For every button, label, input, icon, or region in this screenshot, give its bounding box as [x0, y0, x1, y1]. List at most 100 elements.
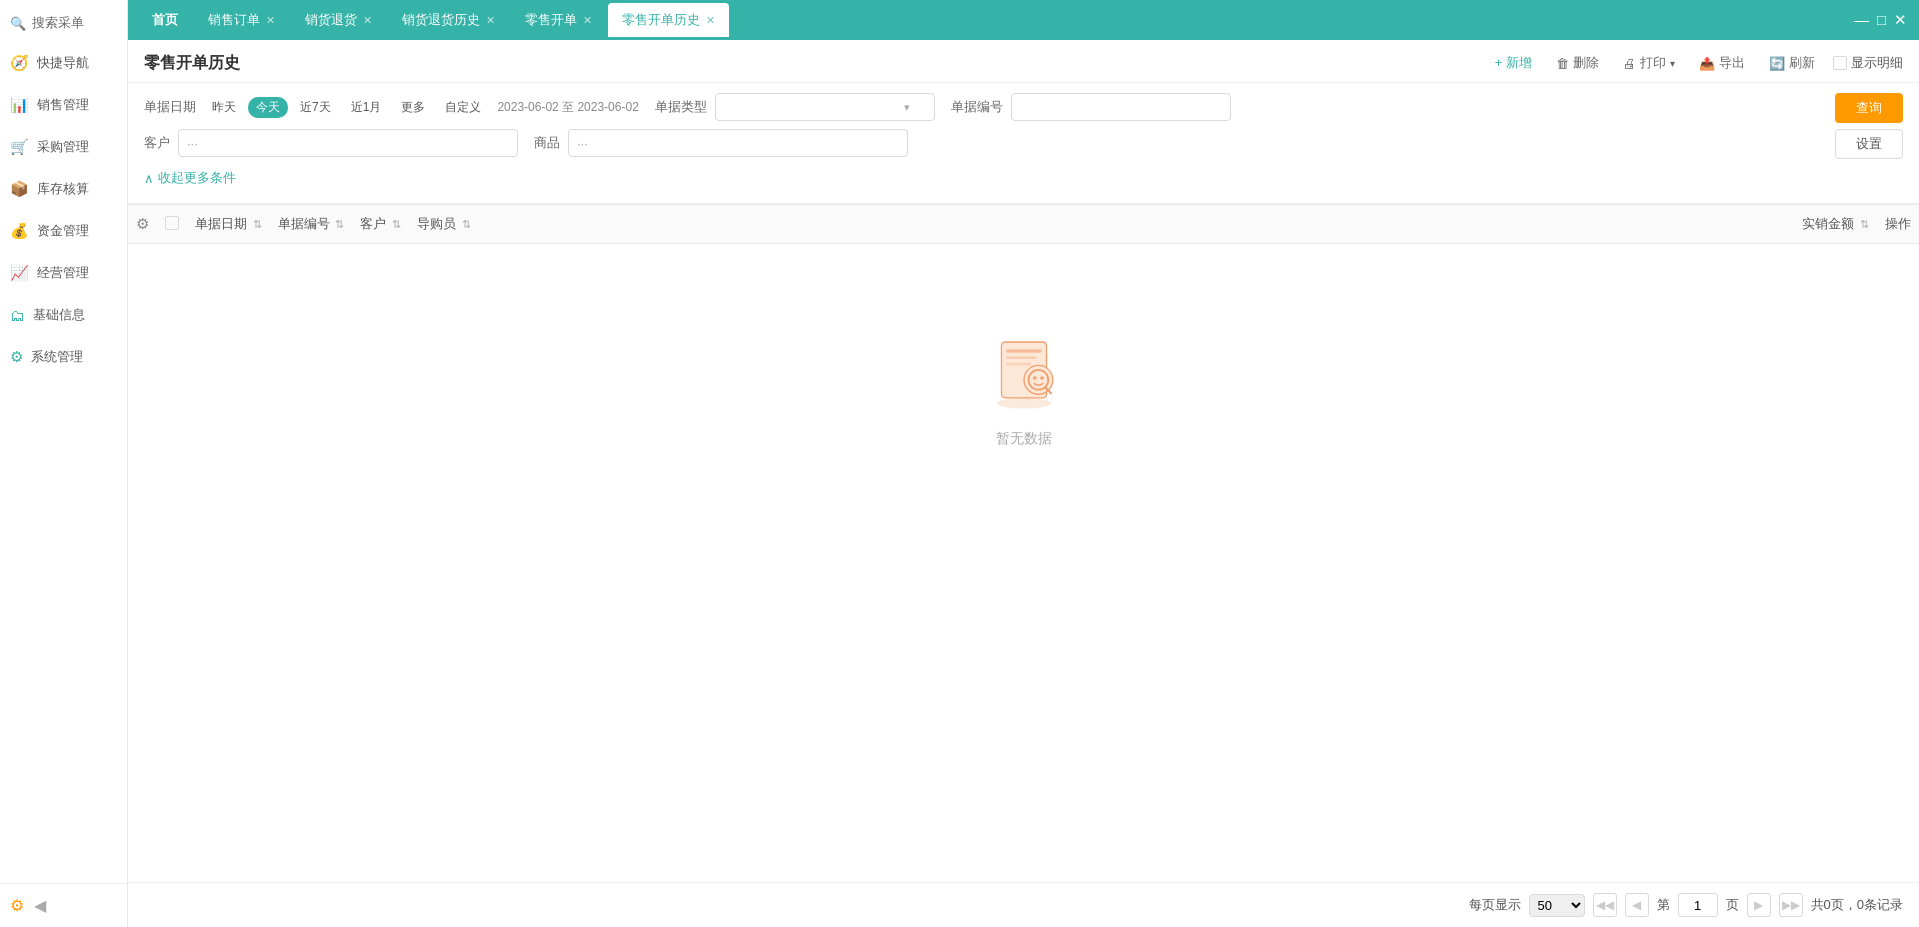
tab-sales-order[interactable]: 销售订单 ✕	[194, 3, 289, 37]
sidebar-item-label: 经营管理	[37, 264, 89, 282]
filter-area: 单据日期 昨天 今天 近7天 近1月 更多 自定义 2023-06-02 至 2…	[128, 83, 1919, 204]
sidebar-item-system[interactable]: ⚙ 系统管理	[0, 336, 127, 378]
page-size-select[interactable]: 50 10 20 100	[1529, 894, 1585, 917]
refresh-icon: 🔄	[1769, 56, 1785, 71]
maximize-btn[interactable]: □	[1877, 11, 1886, 29]
sidebar-item-quick-nav[interactable]: 🧭 快捷导航	[0, 42, 127, 84]
settings-bottom-icon[interactable]: ⚙	[10, 896, 24, 915]
page-label-after: 页	[1726, 896, 1739, 914]
collapse-sidebar-icon[interactable]: ◀	[34, 896, 46, 915]
th-no[interactable]: 单据编号 ⇅	[270, 205, 353, 244]
collapse-icon: ∧	[144, 171, 154, 186]
th-date-label: 单据日期	[195, 216, 247, 231]
th-action: 操作	[1877, 205, 1919, 244]
sidebar-item-label: 快捷导航	[37, 54, 89, 72]
filter-action-buttons: 查询 设置	[1835, 93, 1903, 159]
setting-button[interactable]: 设置	[1835, 129, 1903, 159]
sidebar-item-basic-info[interactable]: 🗂 基础信息	[0, 294, 127, 336]
date-btn-1month[interactable]: 近1月	[343, 97, 390, 118]
date-label: 单据日期	[144, 98, 196, 116]
tab-sales-return-history-close[interactable]: ✕	[486, 14, 495, 27]
date-btn-more[interactable]: 更多	[393, 97, 433, 118]
add-button[interactable]: + 新增	[1489, 50, 1538, 76]
empty-state: 暂无数据	[128, 244, 1919, 488]
tab-sales-return-history[interactable]: 销货退货历史 ✕	[388, 3, 509, 37]
sidebar-nav: 🧭 快捷导航 📊 销售管理 🛒 采购管理 📦 库存核算 💰 资金管理 📈 经营管…	[0, 42, 127, 883]
operations-icon: 📈	[10, 264, 29, 282]
data-table: ⚙ 单据日期 ⇅ 单据编号 ⇅	[128, 204, 1919, 244]
current-page-input[interactable]	[1678, 893, 1718, 917]
sidebar-item-purchase-mgmt[interactable]: 🛒 采购管理	[0, 126, 127, 168]
th-date[interactable]: 单据日期 ⇅	[187, 205, 270, 244]
th-salesperson[interactable]: 导购员 ⇅	[409, 205, 479, 244]
th-checkbox	[157, 205, 187, 244]
sidebar-item-inventory[interactable]: 📦 库存核算	[0, 168, 127, 210]
tab-retail-history-close[interactable]: ✕	[706, 14, 715, 27]
collapse-label: 收起更多条件	[158, 169, 236, 187]
export-icon: 📤	[1699, 56, 1715, 71]
show-detail-checkbox-group[interactable]: 显示明细	[1833, 54, 1903, 72]
next-page-btn[interactable]: ▶	[1747, 893, 1771, 917]
quick-nav-icon: 🧭	[10, 54, 29, 72]
add-label: + 新增	[1495, 54, 1532, 72]
filter-collapse-row: ∧ 收起更多条件	[144, 165, 1819, 187]
select-all-checkbox[interactable]	[165, 216, 179, 230]
tab-retail-history[interactable]: 零售开单历史 ✕	[608, 3, 729, 37]
order-type-select[interactable]: ▾	[715, 93, 935, 121]
customer-input[interactable]: ···	[178, 129, 518, 157]
tab-sales-return-close[interactable]: ✕	[363, 14, 372, 27]
sidebar-search[interactable]: 🔍 搜索采单	[0, 0, 127, 42]
filter-group-customer: 客户 ···	[144, 129, 518, 157]
system-icon: ⚙	[10, 348, 23, 366]
sidebar-item-operations[interactable]: 📈 经营管理	[0, 252, 127, 294]
th-amount[interactable]: 实销金额 ⇅	[1794, 205, 1877, 244]
page-label-before: 第	[1657, 896, 1670, 914]
tab-retail-open-label: 零售开单	[525, 11, 577, 29]
filter-row-1: 单据日期 昨天 今天 近7天 近1月 更多 自定义 2023-06-02 至 2…	[144, 93, 1819, 121]
date-btn-7days[interactable]: 近7天	[292, 97, 339, 118]
sidebar-item-finance[interactable]: 💰 资金管理	[0, 210, 127, 252]
print-icon: 🖨	[1623, 56, 1636, 71]
th-no-sort-icon: ⇅	[335, 218, 344, 230]
last-page-btn[interactable]: ▶▶	[1779, 893, 1803, 917]
svg-rect-4	[1006, 363, 1031, 366]
close-btn[interactable]: ✕	[1894, 11, 1907, 29]
date-btn-custom[interactable]: 自定义	[437, 97, 489, 118]
empty-illustration	[979, 324, 1069, 414]
table-settings-btn[interactable]: ⚙	[136, 215, 149, 233]
goods-input[interactable]: ···	[568, 129, 908, 157]
print-label: 打印	[1640, 54, 1666, 72]
empty-text: 暂无数据	[996, 430, 1052, 448]
tab-sales-return[interactable]: 销货退货 ✕	[291, 3, 386, 37]
delete-button[interactable]: 🗑 删除	[1550, 50, 1605, 76]
goods-label: 商品	[534, 134, 560, 152]
th-salesperson-sort-icon: ⇅	[462, 218, 471, 230]
tab-home[interactable]: 首页	[138, 3, 192, 37]
first-page-btn[interactable]: ◀◀	[1593, 893, 1617, 917]
show-detail-checkbox[interactable]	[1833, 56, 1847, 70]
tab-sales-order-label: 销售订单	[208, 11, 260, 29]
tab-retail-open[interactable]: 零售开单 ✕	[511, 3, 606, 37]
sidebar-search-label: 搜索采单	[32, 14, 84, 32]
tab-retail-open-close[interactable]: ✕	[583, 14, 592, 27]
sidebar-item-label: 销售管理	[37, 96, 89, 114]
content-area: 零售开单历史 + 新增 🗑 删除 🖨 打印 ▾ 📤 导出	[128, 40, 1919, 927]
th-customer-sort-icon: ⇅	[392, 218, 401, 230]
minimize-btn[interactable]: —	[1854, 11, 1869, 29]
tab-sales-order-close[interactable]: ✕	[266, 14, 275, 27]
order-no-input[interactable]	[1011, 93, 1231, 121]
svg-point-0	[997, 398, 1051, 409]
date-btn-yesterday[interactable]: 昨天	[204, 97, 244, 118]
th-date-sort-icon: ⇅	[253, 218, 262, 230]
th-customer[interactable]: 客户 ⇅	[352, 205, 409, 244]
collapse-btn[interactable]: ∧ 收起更多条件	[144, 169, 236, 187]
delete-icon: 🗑	[1556, 56, 1569, 71]
prev-page-btn[interactable]: ◀	[1625, 893, 1649, 917]
sidebar-item-sales-mgmt[interactable]: 📊 销售管理	[0, 84, 127, 126]
query-button[interactable]: 查询	[1835, 93, 1903, 123]
export-button[interactable]: 📤 导出	[1693, 50, 1751, 76]
print-button[interactable]: 🖨 打印 ▾	[1617, 50, 1681, 76]
refresh-button[interactable]: 🔄 刷新	[1763, 50, 1821, 76]
date-btn-today[interactable]: 今天	[248, 97, 288, 118]
th-spacer	[479, 205, 1795, 244]
